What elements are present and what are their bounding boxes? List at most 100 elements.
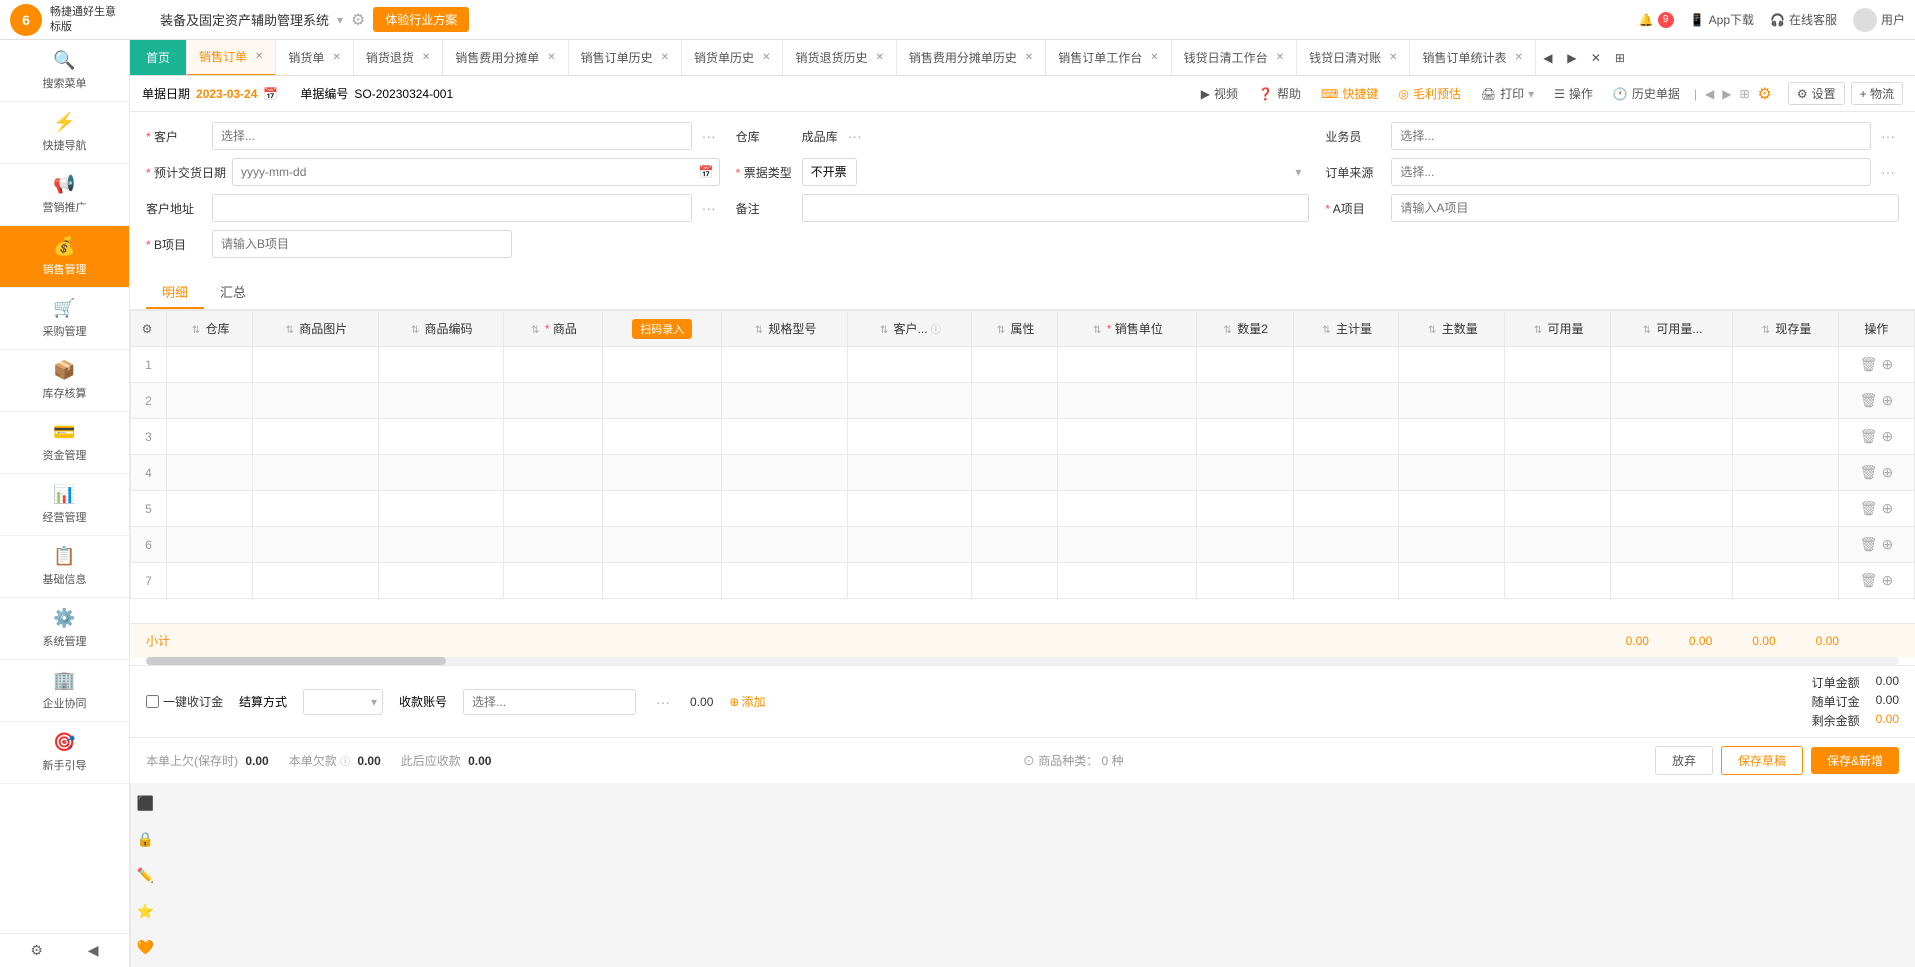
row-4-scan[interactable] [603, 455, 722, 491]
row-7-qty2[interactable] [1196, 563, 1293, 599]
tab-close-sales-order[interactable]: ✕ [255, 51, 263, 62]
sidebar-item-marketing[interactable]: 📢 营销推广 [0, 164, 129, 226]
view-btn[interactable]: ▶ 视频 [1195, 83, 1244, 104]
row-1-warehouse[interactable] [167, 347, 253, 383]
row-6-spec[interactable] [722, 527, 847, 563]
row-1-spec[interactable] [722, 347, 847, 383]
row-7-delete-btn[interactable]: 🗑 [1860, 572, 1878, 589]
row-3-product-code[interactable] [378, 419, 503, 455]
row-1-product-code[interactable] [378, 347, 503, 383]
collapse-sidebar-icon[interactable]: ◀ [88, 942, 99, 959]
right-panel-icon-2[interactable]: 🔒 [134, 827, 158, 851]
row-3-scan[interactable] [603, 419, 722, 455]
customer-ref-info-icon[interactable]: ⓘ [931, 325, 941, 336]
project-a-input[interactable] [1391, 194, 1899, 222]
industry-solution-button[interactable]: 体验行业方案 [373, 7, 469, 32]
row-2-main-unit[interactable] [1293, 383, 1399, 419]
row-3-available[interactable] [1505, 419, 1611, 455]
current-discount-info-icon[interactable]: ⓘ [340, 757, 350, 768]
row-6-warehouse[interactable] [167, 527, 253, 563]
row-5-copy-btn[interactable]: ⊕ [1881, 500, 1893, 517]
discard-button[interactable]: 放弃 [1655, 746, 1713, 775]
staff-more-btn[interactable]: ··· [1877, 128, 1899, 144]
row-3-spec[interactable] [722, 419, 847, 455]
row-4-available[interactable] [1505, 455, 1611, 491]
sidebar-item-enterprise[interactable]: 🏢 企业协同 [0, 660, 129, 722]
row-5-available2[interactable] [1611, 491, 1733, 527]
row-7-product[interactable] [503, 563, 602, 599]
tab-sales-fee-history[interactable]: 销售费用分摊单历史 ✕ [897, 40, 1046, 76]
row-6-attributes[interactable] [972, 527, 1058, 563]
tab-detail[interactable]: 明细 [146, 276, 204, 309]
row-7-main-qty[interactable] [1399, 563, 1505, 599]
row-4-attributes[interactable] [972, 455, 1058, 491]
add-logistics-button[interactable]: + 物流 [1851, 82, 1903, 105]
tab-sales-return[interactable]: 销货单 ✕ [276, 40, 353, 76]
row-6-scan[interactable] [603, 527, 722, 563]
tab-close-cash-daily-workbench[interactable]: ✕ [1276, 52, 1284, 63]
row-6-sales-unit[interactable] [1058, 527, 1196, 563]
tab-grid-btn[interactable]: ⊞ [1608, 40, 1632, 76]
address-input[interactable] [212, 194, 692, 222]
row-2-main-qty[interactable] [1399, 383, 1505, 419]
row-2-spec[interactable] [722, 383, 847, 419]
row-2-product-code[interactable] [378, 383, 503, 419]
row-5-warehouse[interactable] [167, 491, 253, 527]
invoice-type-select[interactable]: 不开票 [802, 158, 857, 186]
operations-btn[interactable]: ☰ 操作 [1548, 83, 1599, 104]
row-1-available[interactable] [1505, 347, 1611, 383]
sidebar-item-quick-nav[interactable]: ⚡ 快捷导航 [0, 102, 129, 164]
tab-close-sales-order-workbench[interactable]: ✕ [1150, 52, 1158, 63]
row-4-product[interactable] [503, 455, 602, 491]
row-6-product[interactable] [503, 527, 602, 563]
address-more-btn[interactable]: ··· [698, 200, 720, 216]
payment-method-select[interactable] [303, 689, 383, 715]
tab-close-sales-refund[interactable]: ✕ [422, 52, 430, 63]
row-7-current-stock[interactable] [1733, 563, 1839, 599]
row-6-copy-btn[interactable]: ⊕ [1881, 536, 1893, 553]
row-6-main-unit[interactable] [1293, 527, 1399, 563]
row-4-main-unit[interactable] [1293, 455, 1399, 491]
tab-sales-refund[interactable]: 销货退货 ✕ [354, 40, 443, 76]
staff-input[interactable] [1391, 122, 1871, 150]
row-2-product[interactable] [503, 383, 602, 419]
row-7-sales-unit[interactable] [1058, 563, 1196, 599]
sidebar-item-operations[interactable]: 📊 经营管理 [0, 474, 129, 536]
app-download-item[interactable]: 📱 App下载 [1690, 11, 1754, 28]
project-b-input[interactable] [212, 230, 512, 258]
row-5-scan[interactable] [603, 491, 722, 527]
row-4-customer-ref[interactable] [847, 455, 971, 491]
save-new-button[interactable]: 保存&新增 [1811, 747, 1899, 774]
one-click-deposit-checkbox[interactable]: 一键收订金 [146, 693, 223, 710]
tab-summary[interactable]: 汇总 [204, 276, 262, 309]
row-3-delete-btn[interactable]: 🗑 [1860, 428, 1878, 445]
sidebar-item-finance[interactable]: 💳 资金管理 [0, 412, 129, 474]
tab-next-btn[interactable]: ▶ [1560, 40, 1584, 76]
calendar-delivery-icon[interactable]: 📅 [699, 165, 714, 179]
settings-top-btn[interactable]: ⚙ [1758, 84, 1772, 104]
row-6-main-qty[interactable] [1399, 527, 1505, 563]
row-1-main-qty[interactable] [1399, 347, 1505, 383]
row-3-product-img[interactable] [253, 419, 378, 455]
settings-gear-icon[interactable]: ⚙ [351, 10, 365, 30]
row-5-customer-ref[interactable] [847, 491, 971, 527]
row-6-qty2[interactable] [1196, 527, 1293, 563]
help-btn[interactable]: ❓ 帮助 [1252, 83, 1307, 104]
row-2-customer-ref[interactable] [847, 383, 971, 419]
tab-sales-refund-history[interactable]: 销货退货历史 ✕ [783, 40, 896, 76]
tab-sales-order-workbench[interactable]: 销售订单工作台 ✕ [1046, 40, 1171, 76]
row-7-available2[interactable] [1611, 563, 1733, 599]
row-7-available[interactable] [1505, 563, 1611, 599]
calendar-icon[interactable]: 📅 [263, 87, 278, 101]
row-3-product[interactable] [503, 419, 602, 455]
row-4-available2[interactable] [1611, 455, 1733, 491]
row-4-current-stock[interactable] [1733, 455, 1839, 491]
row-1-current-stock[interactable] [1733, 347, 1839, 383]
tab-prev-btn[interactable]: ◀ [1536, 40, 1560, 76]
sidebar-item-search[interactable]: 🔍 搜索菜单 [0, 40, 129, 102]
row-2-copy-btn[interactable]: ⊕ [1881, 392, 1893, 409]
row-5-product-img[interactable] [253, 491, 378, 527]
tab-close-sales-return[interactable]: ✕ [332, 52, 340, 63]
row-7-main-unit[interactable] [1293, 563, 1399, 599]
row-7-product-img[interactable] [253, 563, 378, 599]
